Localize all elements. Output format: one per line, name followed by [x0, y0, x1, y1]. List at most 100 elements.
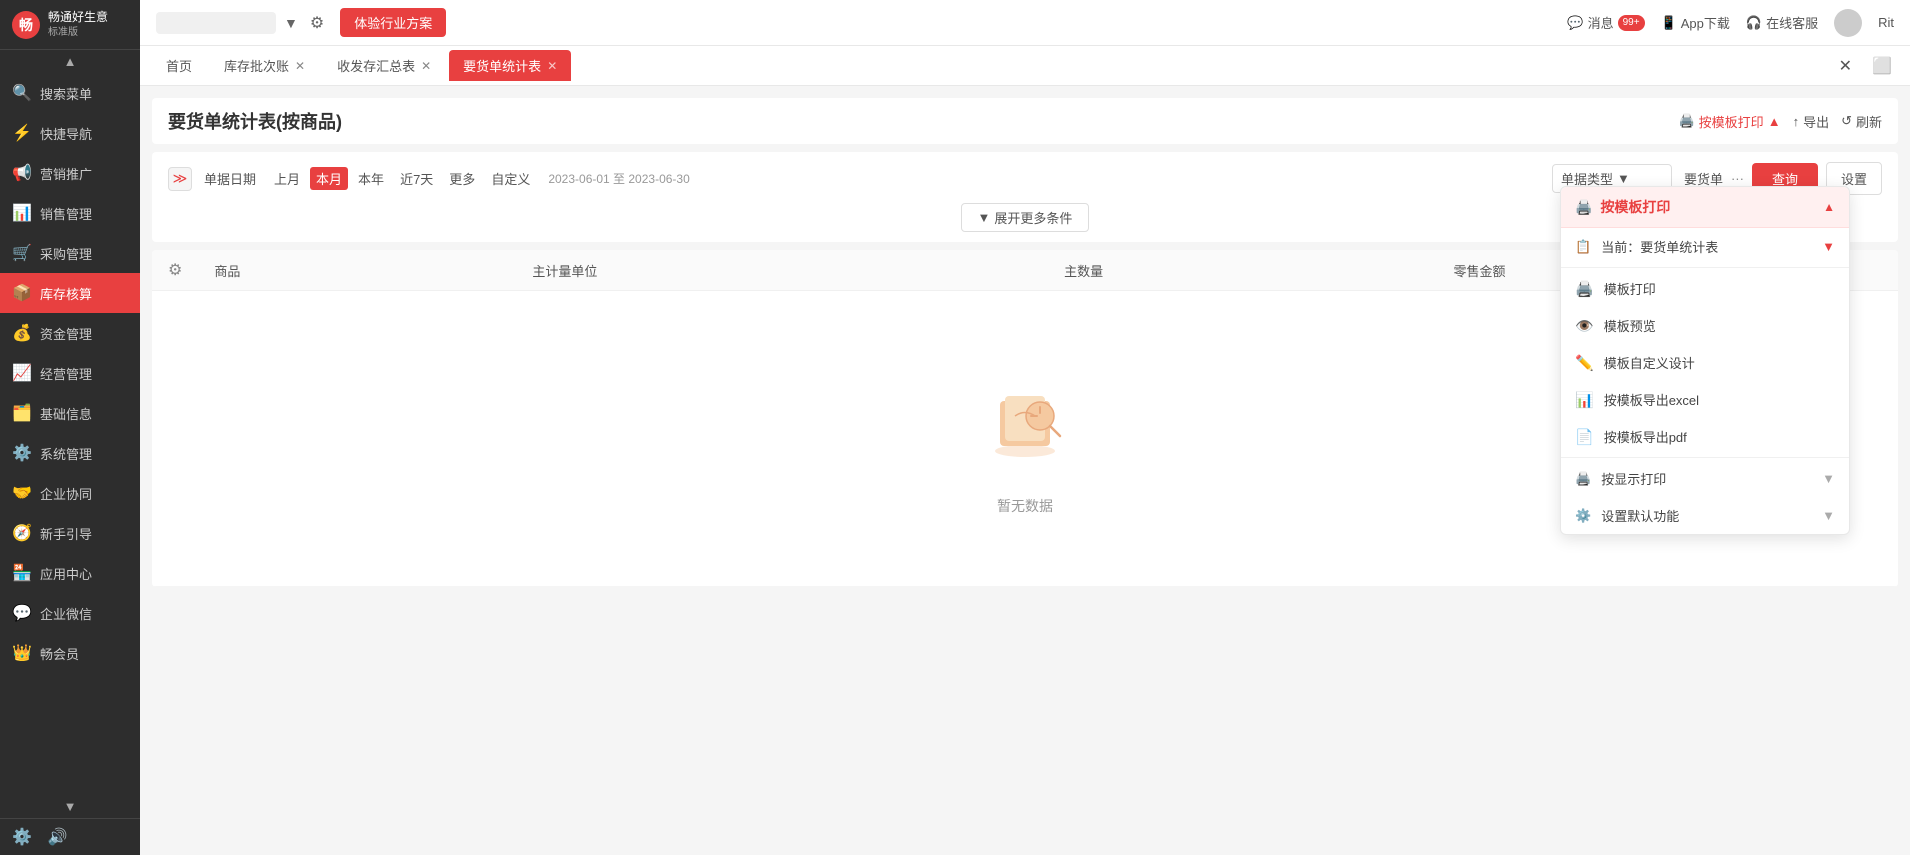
guide-icon: 🧭	[12, 523, 32, 543]
dropdown-item-export-excel[interactable]: 📊 按模板导出excel	[1561, 381, 1849, 418]
dropdown-close-chevron[interactable]: ▲	[1823, 200, 1835, 214]
promo-btn[interactable]: 体验行业方案	[340, 8, 446, 37]
sidebar-item-member[interactable]: 👑 畅会员	[0, 633, 140, 673]
messages-btn[interactable]: 💬 消息 99+	[1567, 13, 1644, 32]
expand-more-btn[interactable]: ▼ 展开更多条件	[961, 203, 1090, 232]
sidebar-logo: 畅 畅通好生意 标准版	[0, 0, 140, 50]
sidebar-item-sales[interactable]: 📊 销售管理	[0, 193, 140, 233]
current-month-btn[interactable]: 本月	[310, 167, 348, 190]
enterprise-icon: 🤝	[12, 483, 32, 503]
app-download-btn[interactable]: 📱 App下载	[1661, 13, 1730, 32]
page-title-bar: 要货单统计表(按商品) 🖨️ 按模板打印 ▲ ↑ 导出 ↺ 刷新	[152, 98, 1898, 144]
user-avatar[interactable]	[1834, 9, 1862, 37]
topbar-gear-btn[interactable]: ⚙	[306, 9, 328, 37]
volume-icon[interactable]: 🔊	[48, 827, 68, 847]
dropdown-item-template-custom[interactable]: ✏️ 模板自定义设计	[1561, 344, 1849, 381]
date-buttons: 上月 本月 本年 近7天 更多 自定义	[268, 167, 536, 190]
dropdown-chevron-down-icon: ▼	[1822, 239, 1835, 254]
close-tab-inventory-batch[interactable]: ✕	[295, 59, 305, 73]
default-func-icon: ⚙️	[1575, 508, 1591, 524]
refresh-icon: ↺	[1841, 113, 1852, 129]
phone-icon: 📱	[1661, 15, 1677, 31]
sidebar-scroll-down[interactable]: ▼	[0, 795, 140, 818]
sidebar-item-basic[interactable]: 🗂️ 基础信息	[0, 393, 140, 433]
export-btn[interactable]: ↑ 导出	[1793, 112, 1830, 131]
tabs-bar: 首页 库存批次账 ✕ 收发存汇总表 ✕ 要货单统计表 ✕ ✕ ⬜	[140, 46, 1910, 86]
dropdown-current-template[interactable]: 📋 当前：要货单统计表 ▼	[1561, 228, 1849, 265]
topbar-dropdown-btn[interactable]: ▼	[284, 15, 298, 31]
dropdown-divider-1	[1561, 267, 1849, 268]
tab-order-stats[interactable]: 要货单统计表 ✕	[449, 50, 571, 81]
tab-inventory-batch[interactable]: 库存批次账 ✕	[210, 50, 319, 81]
col-quantity: 主数量	[1048, 250, 1437, 291]
more-date-btn[interactable]: 更多	[443, 167, 481, 190]
dropdown-header-right: ▲	[1823, 200, 1835, 214]
sidebar-item-appstore[interactable]: 🏪 应用中心	[0, 553, 140, 593]
export-icon: ↑	[1793, 114, 1800, 129]
dropdown-item-export-pdf[interactable]: 📄 按模板导出pdf	[1561, 418, 1849, 455]
messages-badge: 99+	[1618, 15, 1645, 31]
inventory-icon: 📦	[12, 283, 32, 303]
tab-receivables[interactable]: 收发存汇总表 ✕	[323, 50, 445, 81]
template-print-icon: 🖨️	[1575, 280, 1594, 298]
sidebar-item-operation[interactable]: 📈 经营管理	[0, 353, 140, 393]
refresh-btn[interactable]: ↺ 刷新	[1841, 112, 1882, 131]
template-print-btn[interactable]: 🖨️ 按模板打印 ▲	[1678, 112, 1780, 131]
display-print-chevron-icon: ▼	[1822, 471, 1835, 486]
prev-month-btn[interactable]: 上月	[268, 167, 306, 190]
custom-date-btn[interactable]: 自定义	[485, 167, 536, 190]
dropdown-header: 🖨️ 按模板打印 ▲	[1561, 187, 1849, 228]
current-template-icon: 📋	[1575, 239, 1591, 255]
user-name: Rit	[1878, 15, 1894, 30]
online-service-btn[interactable]: 🎧 在线客服	[1746, 13, 1818, 32]
main-area: ▼ ⚙ 体验行业方案 💬 消息 99+ 📱 App下载 🎧 在线客服 Rit 首…	[140, 0, 1910, 855]
chevron-up-icon: ▲	[1768, 114, 1781, 129]
maximize-window-btn[interactable]: ⬜	[1866, 54, 1898, 78]
quick-nav-icon: ⚡	[12, 123, 32, 143]
sidebar-item-system[interactable]: ⚙️ 系统管理	[0, 433, 140, 473]
sidebar-item-guide[interactable]: 🧭 新手引导	[0, 513, 140, 553]
expand-arrow-icon: ▼	[978, 210, 991, 225]
filter-expand-btn[interactable]: ≫	[168, 167, 192, 191]
dropdown-item-template-print[interactable]: 🖨️ 模板打印	[1561, 270, 1849, 307]
sidebar-item-finance[interactable]: 💰 资金管理	[0, 313, 140, 353]
close-window-btn[interactable]: ✕	[1833, 54, 1858, 78]
more-options-icon[interactable]: ···	[1731, 171, 1744, 186]
topbar-search-input[interactable]	[156, 12, 276, 34]
sidebar-item-enterprise[interactable]: 🤝 企业协同	[0, 473, 140, 513]
app-logo-icon: 畅	[12, 11, 40, 39]
close-tab-receivables[interactable]: ✕	[421, 59, 431, 73]
topbar-right: 💬 消息 99+ 📱 App下载 🎧 在线客服 Rit	[1567, 9, 1894, 37]
dropdown-item-display-print[interactable]: 🖨️ 按显示打印 ▼	[1561, 460, 1849, 497]
wechat-icon: 💬	[12, 603, 32, 623]
dropdown-item-template-preview[interactable]: 👁️ 模板预览	[1561, 307, 1849, 344]
member-icon: 👑	[12, 643, 32, 663]
close-tab-order-stats[interactable]: ✕	[547, 59, 557, 73]
page-title: 要货单统计表(按商品)	[168, 108, 342, 134]
sidebar-item-inventory[interactable]: 📦 库存核算	[0, 273, 140, 313]
sales-icon: 📊	[12, 203, 32, 223]
settings-gear-icon[interactable]: ⚙️	[12, 827, 32, 847]
empty-illustration	[975, 361, 1075, 480]
app-name-text: 畅通好生意 标准版	[48, 10, 108, 39]
table-settings-icon-btn[interactable]: ⚙	[168, 260, 182, 280]
printer-icon: 🖨️	[1678, 113, 1694, 129]
default-func-chevron-icon: ▼	[1822, 508, 1835, 523]
sidebar-item-search[interactable]: 🔍 搜索菜单	[0, 73, 140, 113]
template-custom-icon: ✏️	[1575, 354, 1594, 372]
message-icon: 💬	[1567, 15, 1583, 31]
headset-icon: 🎧	[1746, 15, 1762, 31]
dropdown-divider-2	[1561, 457, 1849, 458]
appstore-icon: 🏪	[12, 563, 32, 583]
sidebar-item-wechat[interactable]: 💬 企业微信	[0, 593, 140, 633]
empty-text: 暂无数据	[997, 496, 1053, 516]
tab-home[interactable]: 首页	[152, 50, 206, 81]
current-year-btn[interactable]: 本年	[352, 167, 390, 190]
last-7-days-btn[interactable]: 近7天	[394, 167, 439, 190]
sidebar-item-purchase[interactable]: 🛒 采购管理	[0, 233, 140, 273]
sidebar-scroll-up[interactable]: ▲	[0, 50, 140, 73]
sidebar-item-marketing[interactable]: 📢 营销推广	[0, 153, 140, 193]
sidebar-item-quick-nav[interactable]: ⚡ 快捷导航	[0, 113, 140, 153]
dropdown-item-default-func[interactable]: ⚙️ 设置默认功能 ▼	[1561, 497, 1849, 534]
dropdown-header-left: 🖨️ 按模板打印	[1575, 197, 1670, 217]
